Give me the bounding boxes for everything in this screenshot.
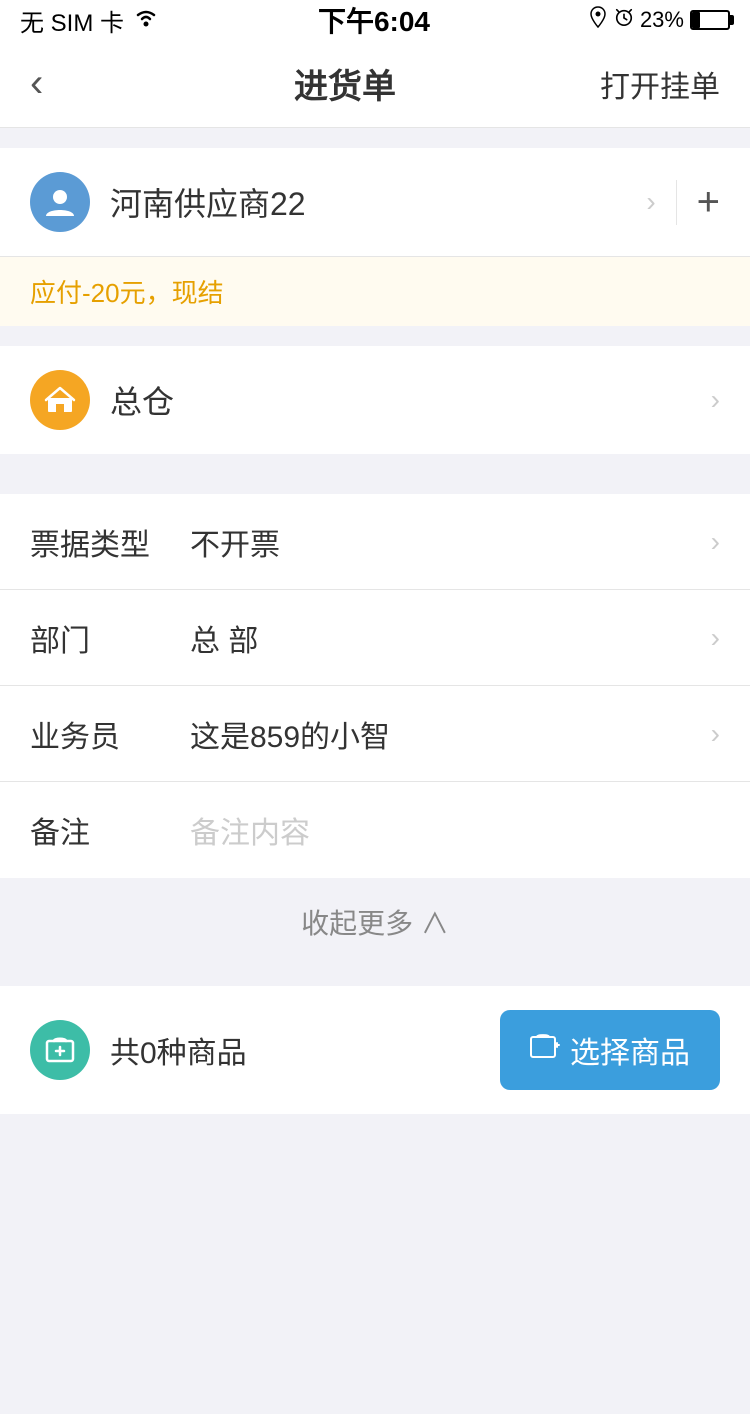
collapse-row[interactable]: 收起更多 ∧ xyxy=(0,878,750,966)
product-count: 共0种商品 xyxy=(110,1028,500,1072)
warehouse-chevron-icon: › xyxy=(711,384,720,416)
warehouse-row[interactable]: 总仓 › xyxy=(0,346,750,454)
collapse-label: 收起更多 ∧ xyxy=(301,902,449,942)
invoice-type-label: 票据类型 xyxy=(30,520,170,564)
status-bar-right: 23% xyxy=(588,6,730,34)
back-button[interactable]: ‹ xyxy=(30,61,90,106)
invoice-type-value: 不开票 xyxy=(170,520,711,564)
department-label: 部门 xyxy=(30,616,170,660)
page-background xyxy=(0,1114,750,1414)
remark-label: 备注 xyxy=(30,808,170,852)
department-value: 总 部 xyxy=(170,616,711,660)
bottom-section: 共0种商品 选择商品 xyxy=(0,986,750,1114)
gap-1 xyxy=(0,128,750,148)
location-icon xyxy=(588,6,608,34)
supplier-chevron-icon: › xyxy=(646,186,655,218)
alarm-icon xyxy=(614,6,634,34)
page-title: 进货单 xyxy=(294,59,396,108)
supplier-avatar xyxy=(30,172,90,232)
form-section: 票据类型 不开票 › 部门 总 部 › 业务员 这是859的小智 › 备注 备注… xyxy=(0,494,750,878)
battery-icon xyxy=(690,10,730,30)
status-bar: 无 SIM 卡 下午6:04 23% xyxy=(0,0,750,40)
select-btn-label: 选择商品 xyxy=(570,1028,690,1072)
select-product-button[interactable]: 选择商品 xyxy=(500,1010,720,1090)
warehouse-icon xyxy=(30,370,90,430)
warehouse-name: 总仓 xyxy=(110,377,711,423)
gap-2 xyxy=(0,454,750,474)
status-bar-left: 无 SIM 卡 xyxy=(20,3,160,38)
sim-signal-text: 无 SIM 卡 xyxy=(20,3,124,38)
select-btn-icon xyxy=(530,1033,560,1068)
salesperson-row[interactable]: 业务员 这是859的小智 › xyxy=(0,686,750,782)
nav-bar: ‹ 进货单 打开挂单 xyxy=(0,40,750,128)
wifi-icon xyxy=(132,6,160,34)
open-pending-button[interactable]: 打开挂单 xyxy=(600,62,720,106)
battery-fill xyxy=(692,12,700,28)
remark-row[interactable]: 备注 备注内容 xyxy=(0,782,750,878)
supplier-section: 河南供应商22 › + 应付-20元，现结 xyxy=(0,148,750,326)
status-bar-time: 下午6:04 xyxy=(318,0,430,40)
add-supplier-button[interactable]: + xyxy=(676,180,720,225)
salesperson-chevron-icon: › xyxy=(711,718,720,750)
product-icon xyxy=(30,1020,90,1080)
battery-percentage: 23% xyxy=(640,7,684,33)
supplier-row[interactable]: 河南供应商22 › + xyxy=(0,148,750,257)
remark-input[interactable]: 备注内容 xyxy=(170,808,720,852)
supplier-name: 河南供应商22 xyxy=(110,179,646,225)
invoice-type-row[interactable]: 票据类型 不开票 › xyxy=(0,494,750,590)
invoice-chevron-icon: › xyxy=(711,526,720,558)
salesperson-value: 这是859的小智 xyxy=(170,712,711,756)
department-row[interactable]: 部门 总 部 › xyxy=(0,590,750,686)
salesperson-label: 业务员 xyxy=(30,712,170,756)
department-chevron-icon: › xyxy=(711,622,720,654)
supplier-notice: 应付-20元，现结 xyxy=(0,257,750,326)
